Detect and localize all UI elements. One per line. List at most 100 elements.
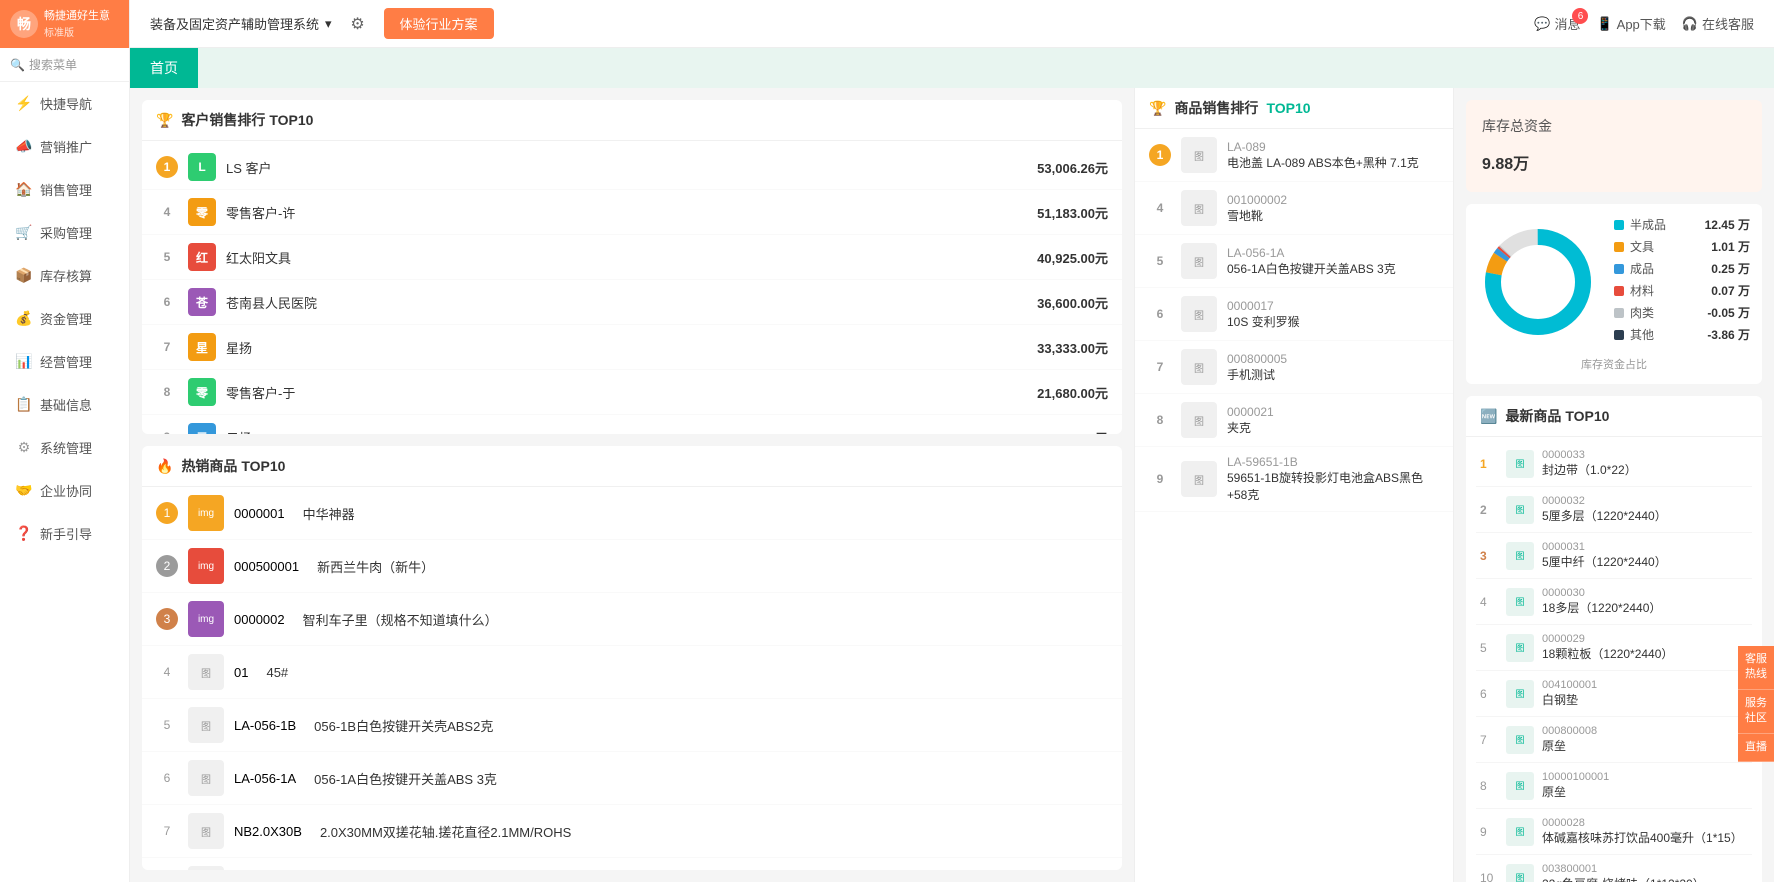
customer-name: 星扬 [226,338,1027,357]
product-info: LA-089 电池盖 LA-089 ABS本色+黑种 7.1克 [1227,140,1439,171]
chart-footer: 库存资金占比 [1478,356,1750,372]
sidebar-item-operations[interactable]: 📊 经营管理 [0,340,129,383]
sidebar-item-system[interactable]: ⚙ 系统管理 [0,426,129,469]
rank-number: 5 [1149,250,1171,272]
product-info: 0000030 18多层（1220*2440） [1542,587,1661,616]
customer-name: 苍南县人民医院 [226,293,1027,312]
sidebar-item-marketing[interactable]: 📣 营销推广 [0,125,129,168]
latest-products-header: 🆕 最新商品 TOP10 [1466,396,1762,437]
product-code: LA-056-1B [234,718,296,733]
sidebar: 畅 畅捷通好生意 标准版 🔍 搜索菜单 ⚡ 快捷导航 📣 营销推广 🏠 销售管理… [0,0,130,882]
product-name: 体碱嘉核味苏打饮品400毫升（1*15） [1542,829,1743,846]
legend-label: 成品 [1630,260,1705,277]
table-row: 4 图 001000002 雪地靴 [1135,182,1453,235]
sidebar-item-finance[interactable]: 💰 资金管理 [0,297,129,340]
sidebar-item-label: 快捷导航 [40,94,92,113]
sidebar-item-label: 库存核算 [40,266,92,285]
live-button[interactable]: 直播 [1738,734,1774,762]
purchase-icon: 🛒 [16,225,32,241]
app-icon: 📱 [1596,16,1612,32]
product-code: 000800005 [1227,352,1439,366]
tabbar: 首页 [130,48,1774,88]
sidebar-search[interactable]: 🔍 搜索菜单 [0,48,129,82]
list-item: 6 图 LA-056-1A 056-1A白色按键开关盖ABS 3克 [142,752,1122,805]
list-item: 3 图 0000031 5厘中纤（1220*2440） [1476,533,1752,579]
rank-number: 8 [1480,779,1498,793]
product-image: 图 [188,866,224,870]
customer-rank-list: 1 L LS 客户 53,006.26元 4 零 零售客户-许 51,183.0… [142,141,1122,434]
product-info: 0000029 18颗粒板（1220*2440） [1542,633,1673,662]
avatar: 红 [188,243,216,271]
rank-number: 9 [156,426,178,434]
sidebar-item-sales[interactable]: 🏠 销售管理 [0,168,129,211]
rank-number: 3 [156,608,178,630]
product-name: 5厘多层（1220*2440） [1542,507,1667,524]
rank-number: 9 [1149,468,1171,490]
table-row: 9 图 LA-59651-1B 59651-1B旋转投影灯电池盒ABS黑色+58… [1135,447,1453,512]
message-button[interactable]: 💬 消息 6 [1534,14,1580,33]
sidebar-item-purchase[interactable]: 🛒 采购管理 [0,211,129,254]
product-image: img [188,548,224,584]
list-item: 8 图 0000011 12070519-xs [142,858,1122,870]
rank-number: 7 [156,820,178,842]
product-info: 10000100001 原垒 [1542,771,1609,800]
search-label: 搜索菜单 [29,56,77,73]
product-name: 18多层（1220*2440） [1542,599,1661,616]
service-icon: 🎧 [1682,16,1698,32]
product-code: 001000002 [1227,193,1439,207]
legend-value: -3.86 万 [1707,326,1750,343]
product-image: 图 [1506,588,1534,616]
sidebar-item-enterprise[interactable]: 🤝 企业协同 [0,469,129,512]
finance-icon: 💰 [16,311,32,327]
float-buttons: 客服热线 服务社区 直播 [1738,646,1774,762]
tab-home-label: 首页 [150,60,178,76]
product-name: 封边带（1.0*22） [1542,461,1637,478]
list-item: 10 图 003800001 22g鱼豆腐·烧烤味（1*12*20） [1476,855,1752,882]
rank-number: 5 [156,246,178,268]
product-code: LA-056-1A [1227,246,1439,260]
app-download-button[interactable]: 📱 App下载 [1596,14,1665,33]
product-image: 图 [1181,349,1217,385]
product-code: 0000031 [1542,541,1667,553]
legend-color [1614,242,1624,252]
legend-value: 0.07 万 [1711,282,1750,299]
table-row: 6 图 0000017 10S 变利罗猴 [1135,288,1453,341]
latest-products-list: 1 图 0000033 封边带（1.0*22） 2 图 0000032 5厘多层… [1466,437,1762,882]
legend-color [1614,220,1624,230]
table-row: 8 零 零售客户-于 21,680.00元 [142,370,1122,415]
sidebar-item-quick-nav[interactable]: ⚡ 快捷导航 [0,82,129,125]
sidebar-item-guide[interactable]: ❓ 新手引导 [0,512,129,555]
tab-home[interactable]: 首页 [130,48,198,88]
sidebar-item-inventory[interactable]: 📦 库存核算 [0,254,129,297]
quick-nav-icon: ⚡ [16,96,32,112]
trial-button[interactable]: 体验行业方案 [384,8,494,39]
fire-icon: 🔥 [156,458,173,475]
table-row: 4 零 零售客户-许 51,183.00元 [142,190,1122,235]
product-info: 0000028 体碱嘉核味苏打饮品400毫升（1*15） [1542,817,1743,846]
left-panel: 🏆 客户销售排行 TOP10 1 L LS 客户 53,006.26元 4 零 … [130,88,1134,882]
product-image: 图 [1181,296,1217,332]
legend-color [1614,264,1624,274]
sidebar-item-label: 基础信息 [40,395,92,414]
table-row: 8 图 0000021 夹克 [1135,394,1453,447]
product-image: 图 [1506,864,1534,882]
table-row: 1 L LS 客户 53,006.26元 [142,145,1122,190]
sidebar-item-basic-info[interactable]: 📋 基础信息 [0,383,129,426]
enterprise-icon: 🤝 [16,483,32,499]
customer-service-button[interactable]: 客服热线 [1738,646,1774,690]
topbar-right: 💬 消息 6 📱 App下载 🎧 在线客服 [1534,14,1754,33]
system-selector[interactable]: 装备及固定资产辅助管理系统 ▾ [150,14,332,33]
product-info: 0000033 封边带（1.0*22） [1542,449,1637,478]
product-code: 01 [234,665,248,680]
community-button[interactable]: 服务社区 [1738,690,1774,734]
product-name: 2.0X30MM双搓花轴.搓花直径2.1MM/ROHS [320,822,571,841]
product-name: 5厘中纤（1220*2440） [1542,553,1667,570]
sales-value: 36,600.00元 [1037,293,1108,312]
table-row: 1 图 LA-089 电池盖 LA-089 ABS本色+黑种 7.1克 [1135,129,1453,182]
legend-value: 1.01 万 [1711,238,1750,255]
rank-number: 6 [1149,303,1171,325]
product-name: 45# [266,665,288,680]
online-service-button[interactable]: 🎧 在线客服 [1682,14,1754,33]
logo: 畅 畅捷通好生意 标准版 [0,0,129,48]
settings-button[interactable]: ⚙ [344,10,372,38]
